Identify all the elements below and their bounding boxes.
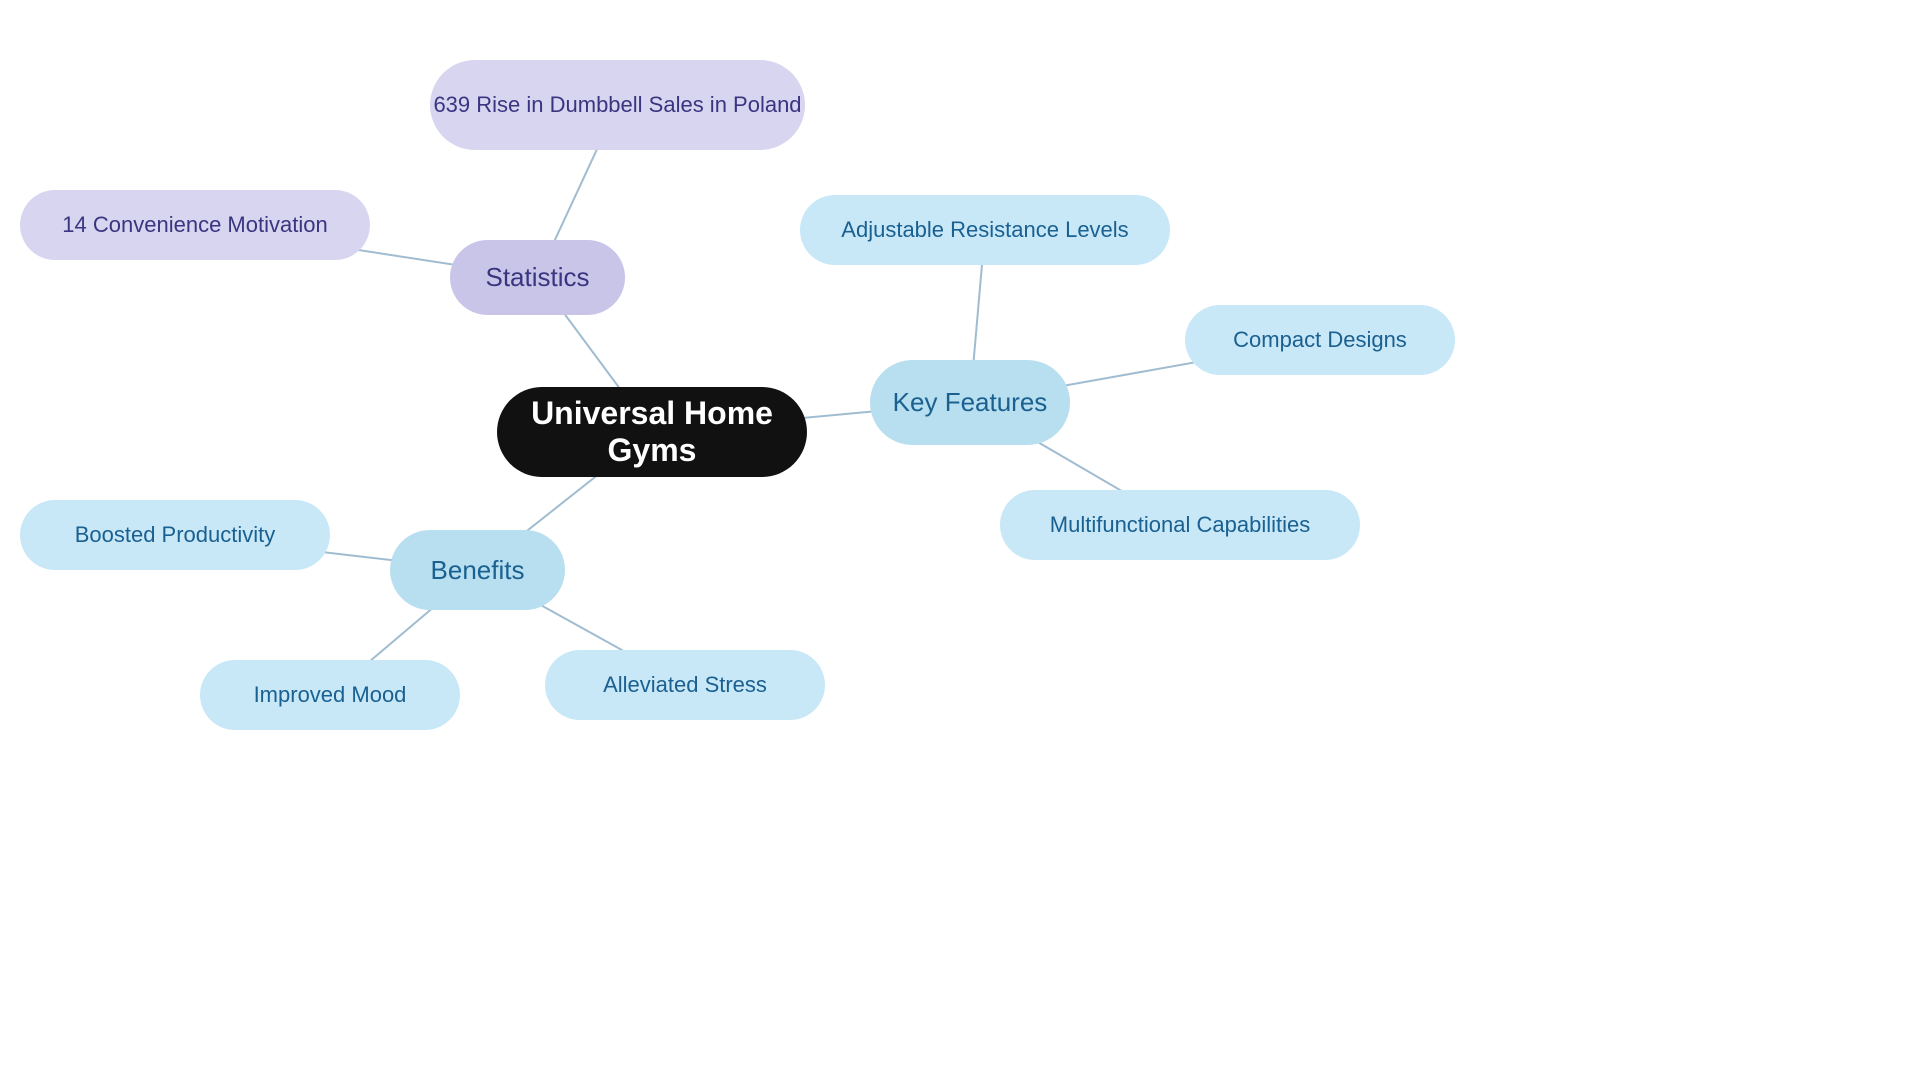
adjustable-resistance-node[interactable]: Adjustable Resistance Levels [800, 195, 1170, 265]
improved-mood-node[interactable]: Improved Mood [200, 660, 460, 730]
multifunctional-capabilities-node[interactable]: Multifunctional Capabilities [1000, 490, 1360, 560]
benefits-node[interactable]: Benefits [390, 530, 565, 610]
alleviated-stress-node[interactable]: Alleviated Stress [545, 650, 825, 720]
central-node[interactable]: Universal Home Gyms [497, 387, 807, 477]
statistics-node[interactable]: Statistics [450, 240, 625, 315]
dumbbell-sales-node[interactable]: 639 Rise in Dumbbell Sales in Poland [430, 60, 805, 150]
boosted-productivity-node[interactable]: Boosted Productivity [20, 500, 330, 570]
compact-designs-node[interactable]: Compact Designs [1185, 305, 1455, 375]
convenience-motivation-node[interactable]: 14 Convenience Motivation [20, 190, 370, 260]
key-features-node[interactable]: Key Features [870, 360, 1070, 445]
